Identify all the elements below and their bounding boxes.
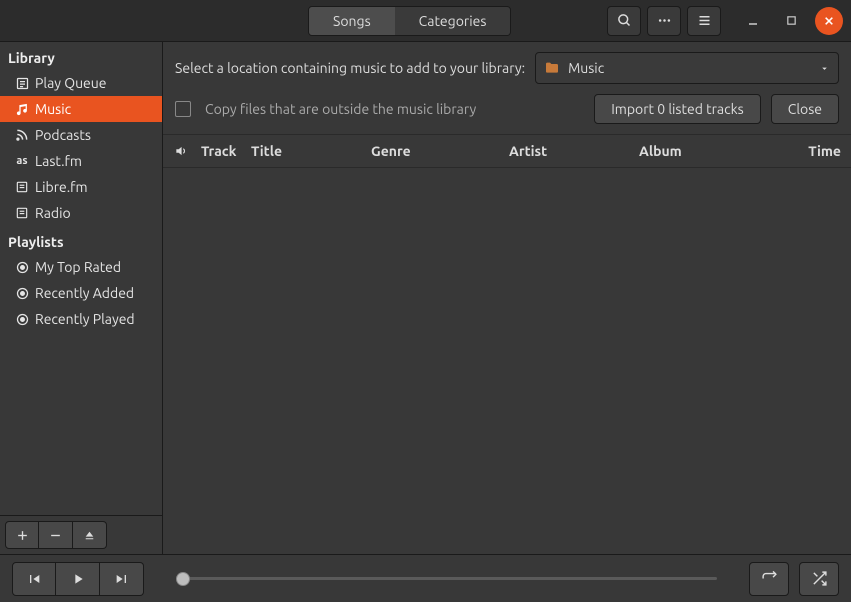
minimize-icon [747,15,759,27]
skip-back-icon [26,571,42,587]
sidebar-item-label: Play Queue [35,74,107,92]
shuffle-icon [811,570,828,587]
queue-icon [14,75,30,91]
content-area: Select a location containing music to ad… [163,42,851,554]
sidebar-item-play-queue[interactable]: Play Queue [0,70,162,96]
sidebar: Library Play Queue Music Podcasts [0,42,163,554]
import-tracks-button[interactable]: Import 0 listed tracks [594,94,761,124]
sidebar-item-radio[interactable]: Radio [0,200,162,226]
repeat-button[interactable] [749,562,789,596]
import-actions-row: Copy files that are outside the music li… [163,88,851,134]
close-icon [824,16,834,26]
tab-songs[interactable]: Songs [309,7,395,35]
hamburger-icon [697,13,712,28]
import-location-row: Select a location containing music to ad… [163,42,851,88]
smart-playlist-icon [14,259,30,275]
sidebar-item-label: Libre.fm [35,178,88,196]
plus-icon [16,529,29,542]
sidebar-section-library: Library [0,42,162,70]
more-button[interactable] [647,6,681,36]
playbar-right [749,562,839,596]
playlist-add-button[interactable] [5,521,39,549]
lastfm-icon: as [14,153,30,169]
playbar [0,554,851,602]
sidebar-item-label: My Top Rated [35,258,121,276]
next-button[interactable] [100,562,144,596]
sidebar-item-label: Last.fm [35,152,82,170]
column-artist[interactable]: Artist [503,139,633,163]
sidebar-item-podcasts[interactable]: Podcasts [0,122,162,148]
copy-files-checkbox[interactable] [175,101,191,117]
minus-icon [49,529,62,542]
view-toggle: Songs Categories [308,6,511,36]
play-button[interactable] [56,562,100,596]
column-genre[interactable]: Genre [365,139,503,163]
speaker-icon [174,144,188,158]
eject-icon [83,529,96,542]
window-minimize[interactable] [739,7,767,35]
sidebar-item-label: Podcasts [35,126,91,144]
sidebar-item-music[interactable]: Music [0,96,162,122]
chevron-down-icon [819,63,830,74]
seek-slider[interactable] [176,576,717,582]
sidebar-item-label: Music [35,100,71,118]
close-import-button[interactable]: Close [771,94,839,124]
sidebar-item-librefm[interactable]: Libre.fm [0,174,162,200]
menu-button[interactable] [687,6,721,36]
repeat-icon [761,570,778,587]
window-close[interactable] [815,7,843,35]
music-icon [14,101,30,117]
search-button[interactable] [607,6,641,36]
sidebar-item-label: Recently Added [35,284,134,302]
copy-files-label: Copy files that are outside the music li… [205,101,476,117]
seek-track [176,577,717,580]
rss-icon [14,127,30,143]
window-maximize[interactable] [777,7,805,35]
smart-playlist-icon [14,311,30,327]
column-title[interactable]: Title [245,139,365,163]
playlist-remove-button[interactable] [39,521,73,549]
column-time[interactable]: Time [779,139,847,163]
radio-icon [14,205,30,221]
sidebar-item-label: Radio [35,204,71,222]
sidebar-item-lastfm[interactable]: as Last.fm [0,148,162,174]
shuffle-button[interactable] [799,562,839,596]
skip-forward-icon [114,571,130,587]
search-icon [617,13,632,28]
previous-button[interactable] [12,562,56,596]
import-prompt: Select a location containing music to ad… [175,60,525,76]
folder-icon [544,60,560,76]
playlist-eject-button[interactable] [73,521,107,549]
sidebar-bottom-toolbar [0,515,162,554]
location-select[interactable]: Music [535,52,839,84]
seek-thumb[interactable] [176,572,190,586]
column-track[interactable]: Track [195,139,245,163]
main-split: Library Play Queue Music Podcasts [0,42,851,554]
track-list-header: Track Title Genre Artist Album Time [163,134,851,168]
sidebar-section-playlists: Playlists [0,226,162,254]
more-icon [657,13,672,28]
location-value: Music [568,60,604,76]
sidebar-item-top-rated[interactable]: My Top Rated [0,254,162,280]
play-icon [70,571,86,587]
track-list-body [163,168,851,554]
sidebar-item-recently-added[interactable]: Recently Added [0,280,162,306]
column-playing[interactable] [167,140,195,162]
titlebar: Songs Categories [0,0,851,42]
playback-controls [12,562,144,596]
smart-playlist-icon [14,285,30,301]
sidebar-item-recently-played[interactable]: Recently Played [0,306,162,332]
librefm-icon [14,179,30,195]
column-album[interactable]: Album [633,139,779,163]
sidebar-item-label: Recently Played [35,310,135,328]
maximize-icon [786,15,797,26]
tab-categories[interactable]: Categories [395,7,511,35]
